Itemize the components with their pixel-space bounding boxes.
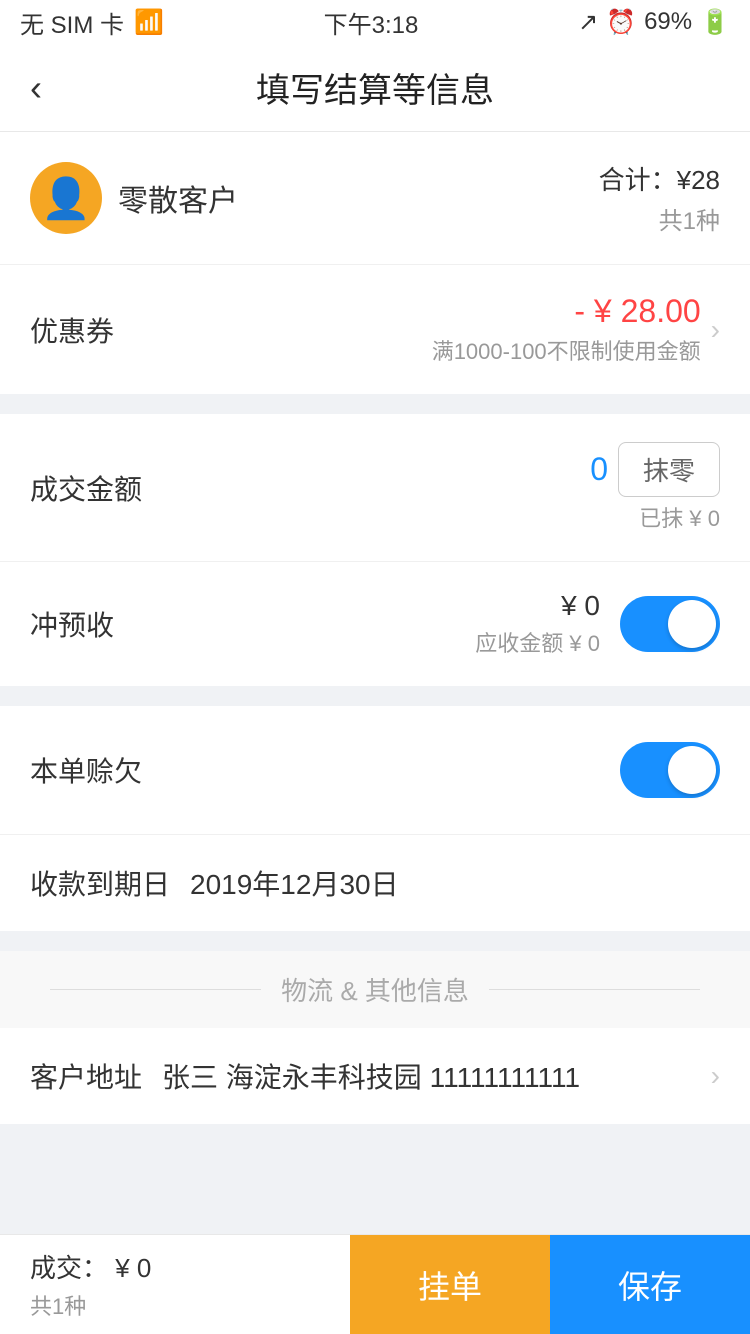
bottom-spacer bbox=[0, 1124, 750, 1234]
credit-section: 本单赊欠 收款到期日 2019年12月30日 bbox=[0, 706, 750, 931]
coupon-row[interactable]: 优惠券 - ¥ 28.00 满1000-100不限制使用金额 › bbox=[0, 264, 750, 394]
bottom-info: 成交： ¥ 0 共1种 bbox=[0, 1248, 350, 1321]
coupon-description: 满1000-100不限制使用金额 bbox=[432, 334, 701, 366]
save-button[interactable]: 保存 bbox=[550, 1235, 750, 1334]
hold-button[interactable]: 挂单 bbox=[350, 1235, 550, 1334]
prepay-row: 冲预收 ¥ 0 应收金额 ¥ 0 bbox=[0, 562, 750, 686]
nav-bar: ‹ 填写结算等信息 bbox=[0, 44, 750, 132]
status-right: ↗ ⏰ 69% 🔋 bbox=[578, 8, 730, 37]
location-icon: ↗ bbox=[578, 8, 598, 37]
toggle-knob bbox=[668, 600, 716, 648]
prepay-toggle[interactable] bbox=[620, 596, 720, 652]
customer-section: 👤 零散客户 合计：¥28 共1种 优惠券 - ¥ 28.00 满1000-10… bbox=[0, 132, 750, 394]
alarm-icon: ⏰ bbox=[606, 8, 636, 37]
customer-name: 零散客户 bbox=[118, 176, 238, 220]
wifi-icon: 📶 bbox=[134, 8, 164, 37]
logistics-title: 物流 & 其他信息 bbox=[281, 971, 469, 1008]
bottom-transaction-label: 成交： bbox=[30, 1253, 108, 1283]
address-section: 客户地址 张三 海淀永丰科技园 11111111111 › bbox=[0, 1028, 750, 1124]
prepay-sub: 应收金额 ¥ 0 bbox=[475, 626, 600, 658]
battery-label: 69% bbox=[644, 8, 692, 36]
back-button[interactable]: ‹ bbox=[30, 67, 42, 109]
address-value: 张三 海淀永丰科技园 11111111111 bbox=[162, 1056, 711, 1096]
round-zero-button[interactable]: 抹零 bbox=[618, 442, 720, 497]
divider-right bbox=[489, 989, 700, 990]
transaction-right: 抹零 已抹 ¥ 0 bbox=[528, 442, 720, 533]
address-chevron-icon: › bbox=[711, 1060, 720, 1092]
coupon-label: 优惠券 bbox=[30, 310, 114, 350]
chevron-right-icon: › bbox=[711, 314, 720, 346]
transaction-sub: 已抹 ¥ 0 bbox=[528, 501, 720, 533]
customer-total: 合计：¥28 共1种 bbox=[599, 160, 720, 236]
transaction-label: 成交金额 bbox=[30, 468, 142, 508]
coupon-right: - ¥ 28.00 满1000-100不限制使用金额 › bbox=[432, 293, 720, 366]
transaction-amount-wrap: 抹零 已抹 ¥ 0 bbox=[528, 442, 720, 533]
prepay-label: 冲预收 bbox=[30, 604, 114, 644]
total-count: 共1种 bbox=[599, 201, 720, 236]
duedate-row: 收款到期日 2019年12月30日 bbox=[0, 834, 750, 931]
credit-label: 本单赊欠 bbox=[30, 750, 142, 790]
credit-toggle-knob bbox=[668, 746, 716, 794]
customer-left: 👤 零散客户 bbox=[30, 162, 238, 234]
transaction-amount-row: 成交金额 抹零 已抹 ¥ 0 bbox=[0, 414, 750, 562]
prepay-amount-wrap: ¥ 0 应收金额 ¥ 0 bbox=[475, 590, 600, 658]
bottom-transaction-value: ¥ 0 bbox=[115, 1253, 151, 1283]
transaction-section: 成交金额 抹零 已抹 ¥ 0 冲预收 ¥ 0 应收金额 ¥ 0 bbox=[0, 414, 750, 686]
duedate-label: 收款到期日 bbox=[30, 863, 170, 903]
status-left: 无 SIM 卡 📶 bbox=[20, 5, 164, 40]
divider-left bbox=[50, 989, 261, 990]
sim-status: 无 SIM 卡 bbox=[20, 5, 124, 40]
address-label: 客户地址 bbox=[30, 1056, 142, 1096]
status-time: 下午3:18 bbox=[324, 5, 419, 40]
battery-icon: 🔋 bbox=[700, 8, 730, 37]
coupon-amount-wrap: - ¥ 28.00 满1000-100不限制使用金额 bbox=[432, 293, 701, 366]
credit-row: 本单赊欠 bbox=[0, 706, 750, 834]
prepay-right: ¥ 0 应收金额 ¥ 0 bbox=[475, 590, 720, 658]
total-label: 合计：¥28 bbox=[599, 160, 720, 197]
status-bar: 无 SIM 卡 📶 下午3:18 ↗ ⏰ 69% 🔋 bbox=[0, 0, 750, 44]
credit-toggle[interactable] bbox=[620, 742, 720, 798]
bottom-count: 共1种 bbox=[30, 1289, 320, 1321]
transaction-input[interactable] bbox=[528, 451, 608, 488]
page-title: 填写结算等信息 bbox=[256, 63, 494, 112]
avatar-icon: 👤 bbox=[41, 175, 91, 222]
address-row[interactable]: 客户地址 张三 海淀永丰科技园 11111111111 › bbox=[0, 1028, 750, 1124]
bottom-bar: 成交： ¥ 0 共1种 挂单 保存 bbox=[0, 1234, 750, 1334]
duedate-value: 2019年12月30日 bbox=[190, 863, 399, 903]
bottom-transaction: 成交： ¥ 0 bbox=[30, 1248, 320, 1285]
avatar: 👤 bbox=[30, 162, 102, 234]
coupon-amount: - ¥ 28.00 bbox=[432, 293, 701, 330]
customer-row: 👤 零散客户 合计：¥28 共1种 bbox=[0, 132, 750, 264]
prepay-amount: ¥ 0 bbox=[475, 590, 600, 622]
logistics-header: 物流 & 其他信息 bbox=[0, 951, 750, 1028]
